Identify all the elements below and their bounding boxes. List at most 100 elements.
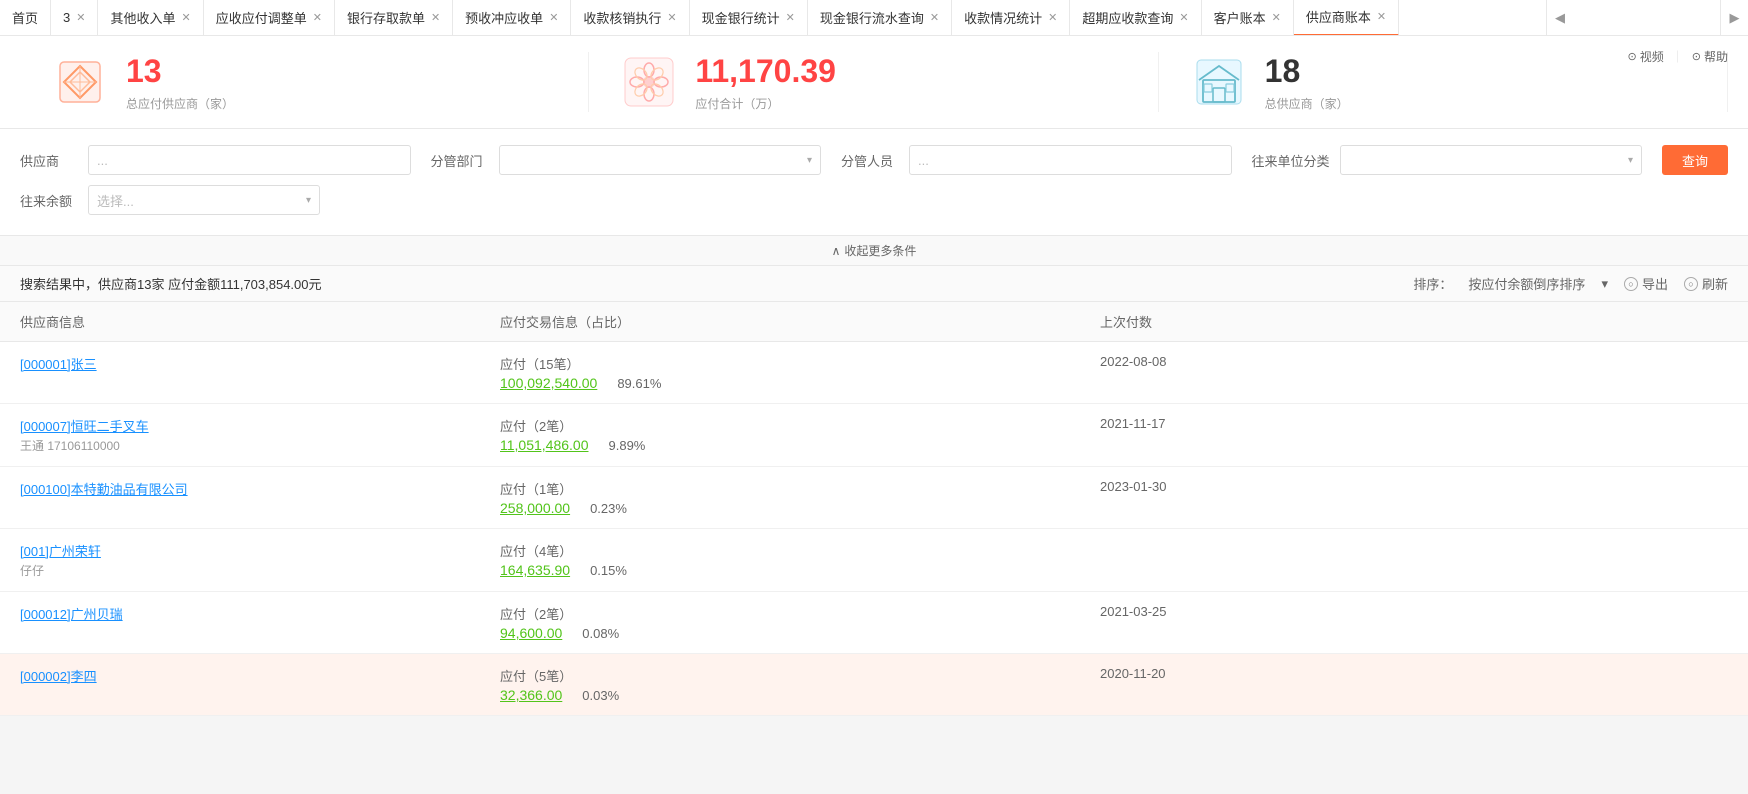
close-tab-ar-adjust[interactable]: ✕	[313, 11, 322, 24]
table-row[interactable]: [000007]恒旺二手叉车 王通 17106110000 应付（2笔） 11,…	[0, 404, 1748, 467]
result-info-text: 搜索结果中，供应商13家 应付金额111,703,854.00元	[20, 277, 322, 292]
close-tab-3[interactable]: ✕	[76, 11, 85, 24]
nav-tab-cash-stat[interactable]: 现金银行统计 ✕	[690, 0, 808, 36]
supplier-link-1[interactable]: [000001]张三	[20, 354, 500, 373]
table-row[interactable]: [000001]张三 应付（15笔） 100,092,540.00 89.61%…	[0, 342, 1748, 404]
last-pay-date-1: 2022-08-08	[1100, 354, 1167, 369]
nav-tab-prepay[interactable]: 预收冲应收单 ✕	[453, 0, 571, 36]
nav-tab-collect-stat[interactable]: 收款情况统计 ✕	[952, 0, 1070, 36]
close-tab-cash-stat[interactable]: ✕	[786, 11, 795, 24]
supplier-info-3: [000100]本特勤油品有限公司	[20, 479, 500, 498]
close-tab-cash-flow[interactable]: ✕	[930, 11, 939, 24]
nav-arrow-left[interactable]: ◀	[1546, 0, 1574, 36]
chevron-down-icon-category: ▾	[1628, 155, 1633, 166]
close-tab-collect-stat[interactable]: ✕	[1048, 11, 1057, 24]
tx-amount-5[interactable]: 94,600.00	[500, 625, 562, 641]
close-tab-collect-exec[interactable]: ✕	[667, 11, 676, 24]
nav-tab-3[interactable]: 3 ✕	[51, 0, 98, 36]
last-pay-date-2: 2021-11-17	[1100, 416, 1166, 431]
supplier-link-4[interactable]: [001]广州荣轩	[20, 541, 500, 560]
tx-amount-2[interactable]: 11,051,486.00	[500, 437, 589, 453]
supplier-sub-4: 仔仔	[20, 562, 500, 579]
tx-percent-5: 0.08%	[582, 626, 619, 641]
tx-percent-1: 89.61%	[617, 376, 661, 391]
supplier-code-2[interactable]: [000007]恒旺二手叉车	[20, 419, 149, 434]
tx-label-2: 应付（2笔）	[500, 416, 1100, 435]
supplier-code-4[interactable]: [001]广州荣轩	[20, 544, 101, 559]
table-header: 供应商信息 应付交易信息（占比） 上次付数	[0, 302, 1748, 342]
export-button[interactable]: ○ 导出	[1624, 274, 1668, 293]
search-select-dept[interactable]: ▾	[499, 145, 822, 175]
search-label-person: 分管人员	[841, 151, 901, 170]
export-label: 导出	[1642, 274, 1668, 293]
refresh-button[interactable]: ○ 刷新	[1684, 274, 1728, 293]
collapse-label: 收起更多条件	[844, 242, 916, 259]
transaction-detail-1: 应付（15笔） 100,092,540.00 89.61%	[500, 354, 1100, 391]
last-pay-date-5: 2021-03-25	[1100, 604, 1167, 619]
search-select-balance[interactable]: 选择... ▾	[88, 185, 320, 215]
collapse-button[interactable]: ∧ 收起更多条件	[832, 242, 917, 259]
supplier-code-3[interactable]: [000100]本特勤油品有限公司	[20, 482, 188, 497]
nav-tab-customer-ledger[interactable]: 客户账本 ✕	[1202, 0, 1294, 36]
supplier-code-6[interactable]: [000002]李四	[20, 669, 97, 684]
search-select-category[interactable]: ▾	[1340, 145, 1643, 175]
tx-amount-1[interactable]: 100,092,540.00	[500, 375, 597, 391]
close-tab-bank-deposit[interactable]: ✕	[431, 11, 440, 24]
close-tab-overdue[interactable]: ✕	[1179, 11, 1188, 24]
transaction-info-3: 应付（1笔） 258,000.00 0.23%	[500, 479, 1100, 516]
table-row[interactable]: [001]广州荣轩 仔仔 应付（4笔） 164,635.90 0.15%	[0, 529, 1748, 592]
table-body: [000001]张三 应付（15笔） 100,092,540.00 89.61%…	[0, 342, 1748, 756]
video-link[interactable]: 视频	[1640, 48, 1664, 65]
supplier-link-3[interactable]: [000100]本特勤油品有限公司	[20, 479, 500, 498]
supplier-code-5[interactable]: [000012]广州贝瑞	[20, 607, 123, 622]
close-tab-customer-ledger[interactable]: ✕	[1272, 11, 1281, 24]
summary-number-payable-total: 11,170.39	[695, 52, 836, 90]
help-link[interactable]: 帮助	[1704, 48, 1728, 65]
transaction-info-4: 应付（4笔） 164,635.90 0.15%	[500, 541, 1100, 578]
supplier-link-2[interactable]: [000007]恒旺二手叉车	[20, 416, 500, 435]
transaction-detail-4: 应付（4笔） 164,635.90 0.15%	[500, 541, 1100, 578]
search-input-supplier[interactable]	[88, 145, 411, 175]
supplier-link-6[interactable]: [000002]李四	[20, 666, 500, 685]
help-icon: ⊙	[1692, 50, 1701, 63]
tx-amount-4[interactable]: 164,635.90	[500, 562, 570, 578]
top-navigation: 首页 3 ✕ 其他收入单 ✕ 应收应付调整单 ✕ 银行存取款单 ✕ 预收冲应收单…	[0, 0, 1748, 36]
close-tab-other-income[interactable]: ✕	[181, 11, 190, 24]
sort-value[interactable]: 按应付余额倒序排序	[1468, 274, 1585, 293]
collapse-bar[interactable]: ∧ 收起更多条件	[0, 236, 1748, 266]
nav-tab-other-income[interactable]: 其他收入单 ✕	[98, 0, 203, 36]
nav-tab-home[interactable]: 首页	[0, 0, 51, 36]
nav-tab-supplier-ledger[interactable]: 供应商账本 ✕	[1294, 0, 1399, 36]
nav-tab-collect-exec[interactable]: 收款核销执行 ✕	[571, 0, 689, 36]
col-header-transaction: 应付交易信息（占比）	[500, 312, 1100, 331]
table-row[interactable]: [000012]广州贝瑞 应付（2笔） 94,600.00 0.08% 2021…	[0, 592, 1748, 654]
chevron-up-icon: ∧	[832, 244, 841, 258]
tx-row-4: 164,635.90 0.15%	[500, 562, 1100, 578]
last-pay-date-3: 2023-01-30	[1100, 479, 1167, 494]
nav-tab-ar-adjust[interactable]: 应收应付调整单 ✕	[204, 0, 335, 36]
search-input-person[interactable]	[909, 145, 1232, 175]
tx-amount-6[interactable]: 32,366.00	[500, 687, 562, 703]
sort-label: 排序：	[1413, 274, 1452, 293]
close-tab-supplier-ledger[interactable]: ✕	[1377, 10, 1386, 23]
close-tab-prepay[interactable]: ✕	[549, 11, 558, 24]
search-field-supplier: 供应商	[20, 145, 411, 175]
nav-tab-overdue[interactable]: 超期应收款查询 ✕	[1070, 0, 1201, 36]
nav-arrow-right[interactable]: ▶	[1720, 0, 1748, 36]
table-row[interactable]: [000002]李四 应付（5笔） 32,366.00 0.03% 2020-1…	[0, 654, 1748, 716]
last-pay-date-6: 2020-11-20	[1100, 666, 1166, 681]
supplier-link-5[interactable]: [000012]广州贝瑞	[20, 604, 500, 623]
nav-tab-bank-deposit[interactable]: 银行存取款单 ✕	[335, 0, 453, 36]
nav-tab-cash-flow[interactable]: 现金银行流水查询 ✕	[808, 0, 952, 36]
tx-amount-3[interactable]: 258,000.00	[500, 500, 570, 516]
tx-percent-2: 9.89%	[609, 438, 646, 453]
table-row[interactable]: [000100]本特勤油品有限公司 应付（1笔） 258,000.00 0.23…	[0, 467, 1748, 529]
tx-row-6: 32,366.00 0.03%	[500, 687, 1100, 703]
supplier-info-2: [000007]恒旺二手叉车 王通 17106110000	[20, 416, 500, 454]
link-divider: ｜	[1672, 48, 1684, 65]
search-button[interactable]: 查询	[1662, 145, 1728, 175]
supplier-sub-2: 王通 17106110000	[20, 437, 500, 454]
supplier-code-1[interactable]: [000001]张三	[20, 357, 97, 372]
summary-number-payable-suppliers: 13	[126, 52, 234, 90]
search-row-2: 往来余额 选择... ▾	[20, 185, 1728, 215]
